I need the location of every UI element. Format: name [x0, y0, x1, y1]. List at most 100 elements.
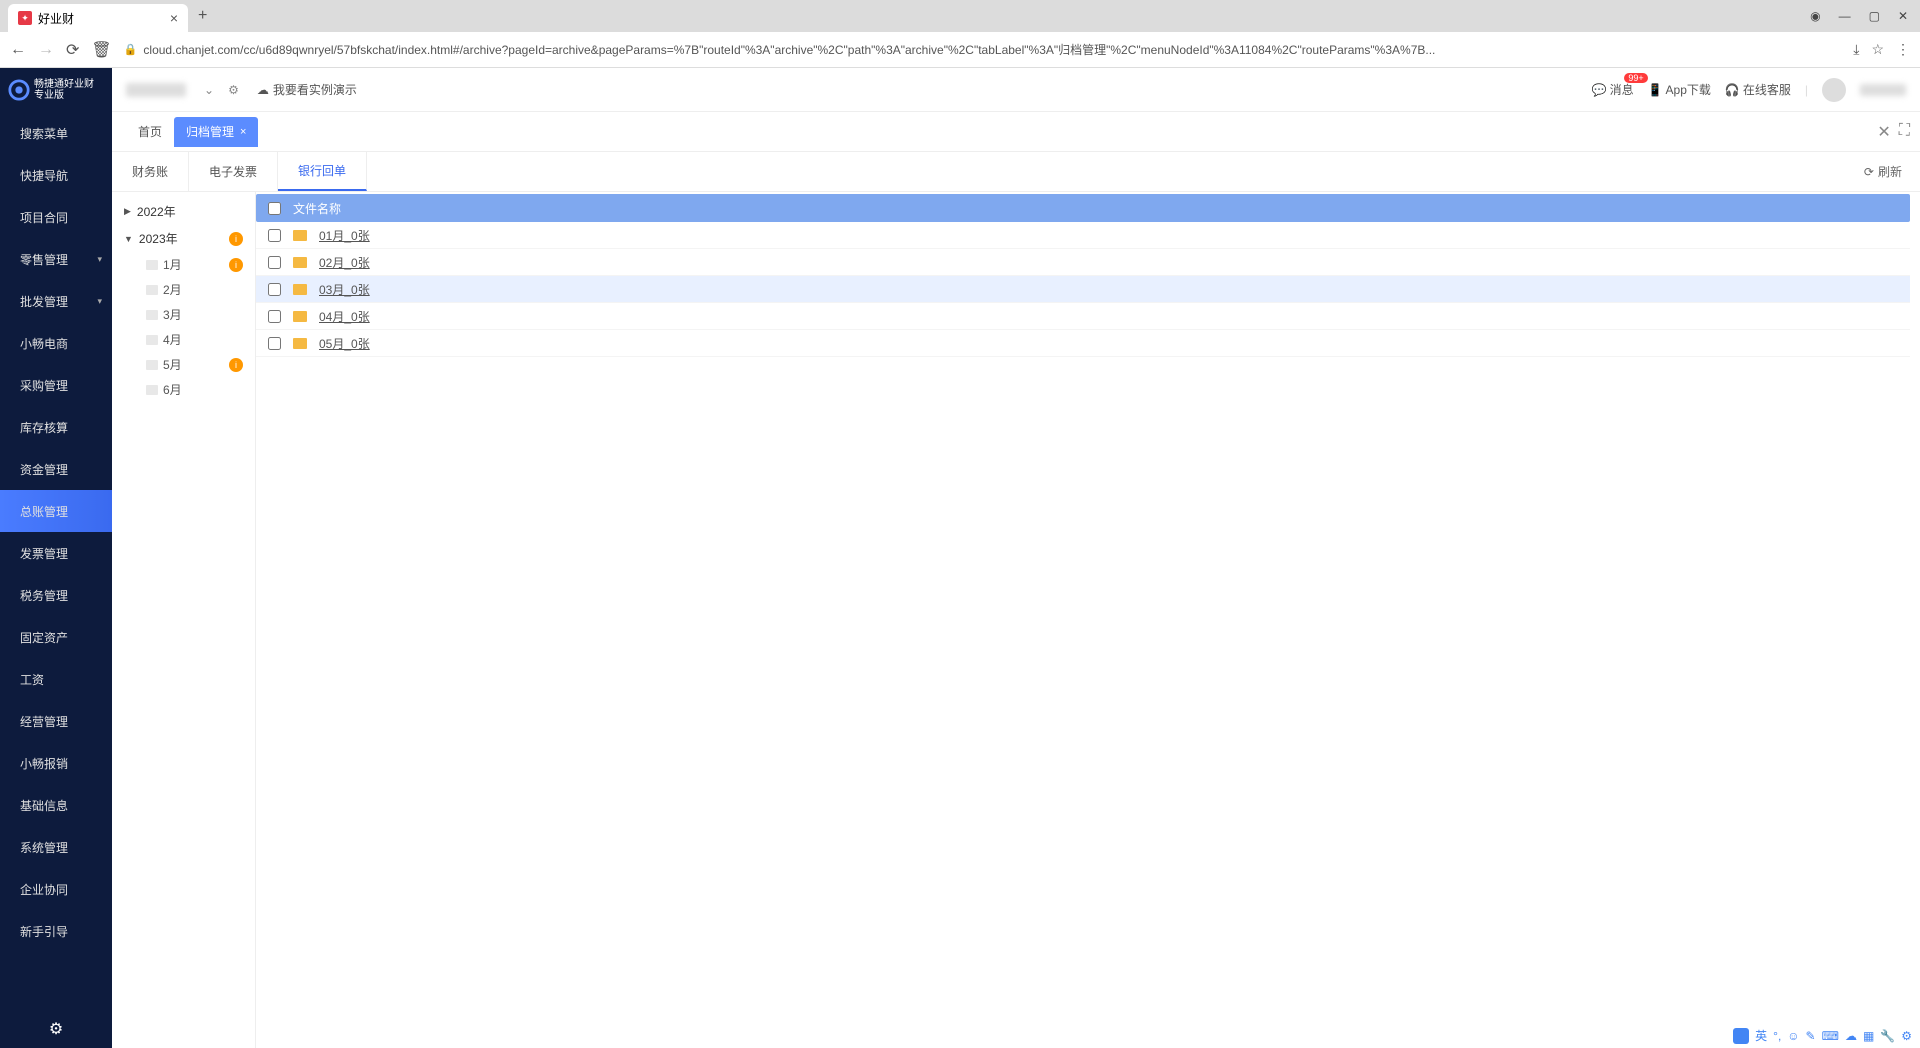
- tab-home[interactable]: 首页: [126, 112, 174, 151]
- column-filename: 文件名称: [293, 200, 341, 217]
- messages-button[interactable]: 💬 消息 99+: [1592, 81, 1634, 98]
- subtab-einvoice[interactable]: 电子发票: [189, 152, 278, 191]
- sidebar-item-13[interactable]: 工资: [0, 658, 112, 700]
- close-all-tabs-icon[interactable]: ✕: [1877, 122, 1890, 142]
- online-service-button[interactable]: 🎧 在线客服: [1725, 81, 1791, 98]
- close-window-button[interactable]: ✕: [1898, 9, 1908, 23]
- caret-down-icon: ▼: [124, 234, 133, 244]
- demo-link[interactable]: ☁ 我要看实例演示: [257, 81, 357, 98]
- sidebar-item-12[interactable]: 固定资产: [0, 616, 112, 658]
- browser-tab[interactable]: ✦ 好业财 ×: [8, 4, 188, 32]
- file-row[interactable]: 04月_0张: [256, 303, 1910, 330]
- file-link[interactable]: 03月_0张: [319, 281, 370, 298]
- sidebar-settings[interactable]: ⚙: [0, 1010, 112, 1048]
- new-tab-button[interactable]: +: [198, 7, 207, 25]
- reload-button[interactable]: ⟳: [66, 40, 79, 60]
- tree-month-1[interactable]: 1月i: [112, 252, 255, 277]
- org-name-blurred: [126, 83, 186, 97]
- ime-mic-icon[interactable]: ✎: [1806, 1029, 1816, 1043]
- file-checkbox[interactable]: [268, 337, 281, 350]
- subtab-finance[interactable]: 财务账: [112, 152, 189, 191]
- tree-month-4[interactable]: 4月: [112, 327, 255, 352]
- gear-icon: ⚙: [49, 1019, 63, 1039]
- file-row[interactable]: 02月_0张: [256, 249, 1910, 276]
- maximize-button[interactable]: ▢: [1869, 9, 1880, 23]
- file-link[interactable]: 04月_0张: [319, 308, 370, 325]
- file-checkbox[interactable]: [268, 310, 281, 323]
- ime-keyboard-icon[interactable]: ⌨: [1822, 1029, 1839, 1043]
- install-app-icon[interactable]: ⤓: [1853, 41, 1859, 58]
- close-tab-icon[interactable]: ×: [240, 126, 246, 138]
- sidebar-item-5[interactable]: 小畅电商: [0, 322, 112, 364]
- org-selector[interactable]: ⌄ ⚙: [126, 83, 239, 97]
- sidebar-item-17[interactable]: 系统管理: [0, 826, 112, 868]
- app-topbar: ⌄ ⚙ ☁ 我要看实例演示 💬 消息 99+ 📱 App下载 🎧: [112, 68, 1920, 112]
- app-download-button[interactable]: 📱 App下载: [1648, 81, 1711, 98]
- refresh-button[interactable]: ⟳ 刷新: [1864, 163, 1920, 180]
- sidebar-item-3[interactable]: 零售管理▾: [0, 238, 112, 280]
- delete-icon[interactable]: 🗑: [91, 40, 111, 60]
- file-row[interactable]: 05月_0张: [256, 330, 1910, 357]
- tree-month-3[interactable]: 3月: [112, 302, 255, 327]
- file-row[interactable]: 01月_0张: [256, 222, 1910, 249]
- sidebar-item-19[interactable]: 新手引导: [0, 910, 112, 952]
- lock-icon: 🔒: [124, 43, 138, 56]
- subtab-bank-receipt[interactable]: 银行回单: [278, 152, 367, 191]
- browser-tab-strip: ✦ 好业财 × + ◉ — ▢ ✕: [0, 0, 1920, 32]
- kebab-menu-icon[interactable]: ⋮: [1896, 41, 1910, 58]
- bookmark-star-icon[interactable]: ☆: [1871, 41, 1884, 58]
- minimize-button[interactable]: —: [1839, 9, 1851, 23]
- back-button[interactable]: ←: [10, 41, 26, 59]
- sidebar-item-7[interactable]: 库存核算: [0, 406, 112, 448]
- forward-button[interactable]: →: [38, 41, 54, 59]
- tree-month-2[interactable]: 2月: [112, 277, 255, 302]
- file-link[interactable]: 01月_0张: [319, 227, 370, 244]
- sidebar-item-10[interactable]: 发票管理: [0, 532, 112, 574]
- ime-pic-icon[interactable]: ▦: [1863, 1029, 1874, 1043]
- tree-year-2023[interactable]: ▼ 2023年 i: [112, 225, 255, 252]
- select-all-checkbox[interactable]: [268, 202, 281, 215]
- sidebar-item-14[interactable]: 经营管理: [0, 700, 112, 742]
- sidebar-item-4[interactable]: 批发管理▾: [0, 280, 112, 322]
- tab-archive[interactable]: 归档管理 ×: [174, 117, 258, 147]
- ime-emoji-icon[interactable]: ☺: [1787, 1029, 1799, 1043]
- tree-year-2022[interactable]: ▶ 2022年: [112, 198, 255, 225]
- file-checkbox[interactable]: [268, 283, 281, 296]
- file-link[interactable]: 02月_0张: [319, 254, 370, 271]
- folder-icon: [146, 335, 158, 345]
- sidebar-item-9[interactable]: 总账管理: [0, 490, 112, 532]
- file-row[interactable]: 03月_0张: [256, 276, 1910, 303]
- sidebar-item-1[interactable]: 快捷导航: [0, 154, 112, 196]
- avatar[interactable]: [1822, 78, 1846, 102]
- sidebar-item-18[interactable]: 企业协同: [0, 868, 112, 910]
- folder-icon: [293, 257, 307, 268]
- sidebar: 畅捷通好业财 专业版 搜索菜单快捷导航项目合同零售管理▾批发管理▾小畅电商采购管…: [0, 68, 112, 1048]
- file-checkbox[interactable]: [268, 229, 281, 242]
- ime-punct-icon[interactable]: °,: [1773, 1029, 1781, 1043]
- sidebar-item-8[interactable]: 资金管理: [0, 448, 112, 490]
- phone-icon: 📱: [1648, 83, 1663, 97]
- folder-icon: [293, 230, 307, 241]
- ime-toolbar: 王 英 °, ☺ ✎ ⌨ ☁ ▦ 🔧 ⚙: [1733, 1027, 1912, 1044]
- file-checkbox[interactable]: [268, 256, 281, 269]
- ime-logo-icon[interactable]: 王: [1733, 1028, 1749, 1044]
- org-settings-icon[interactable]: ⚙: [228, 83, 239, 97]
- url-bar[interactable]: 🔒 cloud.chanjet.com/cc/u6d89qwnryel/57bf…: [124, 41, 1842, 58]
- ime-cloud-icon[interactable]: ☁: [1845, 1029, 1857, 1043]
- close-tab-icon[interactable]: ×: [170, 10, 178, 26]
- file-link[interactable]: 05月_0张: [319, 335, 370, 352]
- tree-month-6[interactable]: 6月: [112, 377, 255, 402]
- ime-tool-icon[interactable]: 🔧: [1880, 1029, 1895, 1043]
- sidebar-item-11[interactable]: 税务管理: [0, 574, 112, 616]
- tree-month-5[interactable]: 5月i: [112, 352, 255, 377]
- sidebar-item-15[interactable]: 小畅报销: [0, 742, 112, 784]
- sidebar-item-0[interactable]: 搜索菜单: [0, 112, 112, 154]
- sidebar-item-2[interactable]: 项目合同: [0, 196, 112, 238]
- ime-settings-icon[interactable]: ⚙: [1901, 1029, 1912, 1043]
- sidebar-item-6[interactable]: 采购管理: [0, 364, 112, 406]
- fullscreen-icon[interactable]: ⛶: [1899, 122, 1910, 142]
- sidebar-item-16[interactable]: 基础信息: [0, 784, 112, 826]
- ime-lang[interactable]: 英: [1755, 1027, 1767, 1044]
- folder-icon: [293, 311, 307, 322]
- chrome-account-icon[interactable]: ◉: [1810, 9, 1820, 23]
